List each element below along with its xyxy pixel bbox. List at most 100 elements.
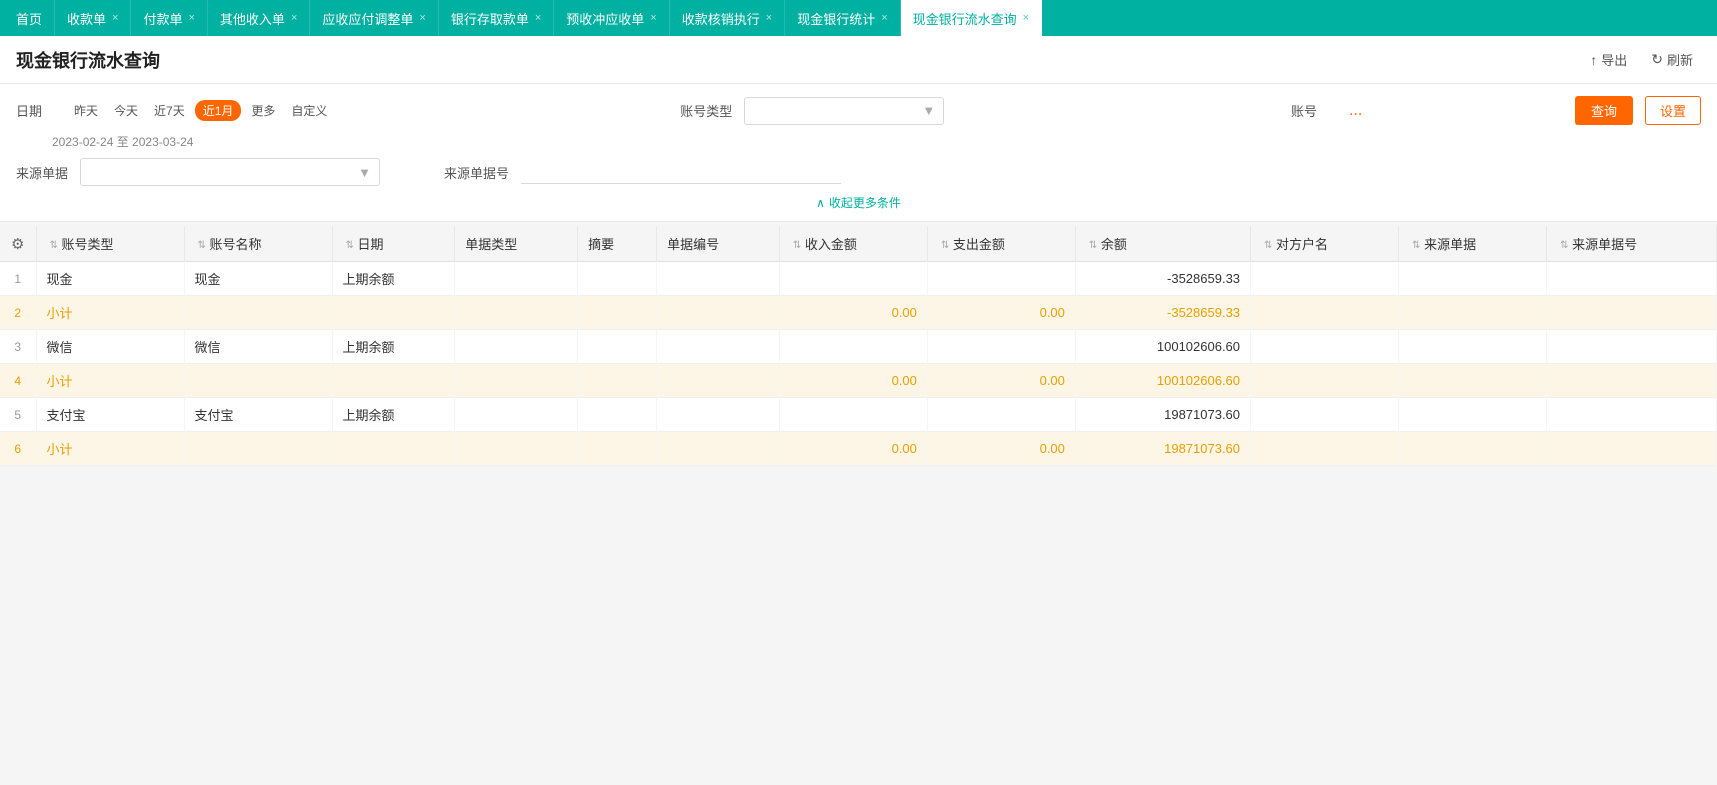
date-opt-custom[interactable]: 自定义 bbox=[285, 100, 333, 121]
nav-label-receipt: 收款单 bbox=[67, 9, 106, 28]
col-date[interactable]: ⇅ 日期 bbox=[332, 226, 455, 262]
col-source-doc-no[interactable]: ⇅ 来源单据号 bbox=[1547, 226, 1717, 262]
date-opt-today[interactable]: 今天 bbox=[108, 100, 144, 121]
cell-doc_type bbox=[455, 330, 578, 364]
data-table-container: ⚙ ⇅ 账号类型 ⇅ 账号名称 ⇅ 日期 单据类型 摘要 bbox=[0, 226, 1717, 466]
refresh-button[interactable]: ↻ 刷新 bbox=[1643, 46, 1701, 73]
nav-item-home[interactable]: 首页 bbox=[4, 0, 55, 36]
nav-item-write-off[interactable]: 收款核销执行 × bbox=[670, 0, 785, 36]
settings-button[interactable]: 设置 bbox=[1645, 96, 1701, 125]
col-summary[interactable]: 摘要 bbox=[578, 226, 657, 262]
col-source-doc[interactable]: ⇅ 来源单据 bbox=[1399, 226, 1547, 262]
nav-item-payment[interactable]: 付款单 × bbox=[131, 0, 207, 36]
cell-doc_type bbox=[455, 432, 578, 466]
col-source-doc-no-label: 来源单据号 bbox=[1572, 237, 1637, 252]
nav-item-prepayment[interactable]: 预收冲应收单 × bbox=[554, 0, 669, 36]
cell-expense: 0.00 bbox=[927, 364, 1075, 398]
account-label: 账号 bbox=[1291, 101, 1331, 120]
account-type-label: 账号类型 bbox=[680, 101, 732, 120]
cell-account_type: 微信 bbox=[36, 330, 184, 364]
date-options: 昨天 今天 近7天 近1月 更多 自定义 bbox=[68, 100, 333, 121]
date-opt-7days[interactable]: 近7天 bbox=[148, 100, 191, 121]
close-icon[interactable]: × bbox=[291, 12, 297, 24]
collapse-bar[interactable]: ∧ 收起更多条件 bbox=[16, 190, 1701, 213]
col-account-type[interactable]: ⇅ 账号类型 bbox=[36, 226, 184, 262]
cell-idx: 2 bbox=[0, 296, 36, 330]
close-icon[interactable]: × bbox=[1023, 12, 1029, 24]
date-opt-yesterday[interactable]: 昨天 bbox=[68, 100, 104, 121]
date-filter-label: 日期 bbox=[16, 101, 56, 120]
chevron-down-icon: ▼ bbox=[922, 103, 935, 118]
cell-doc_no bbox=[657, 398, 780, 432]
date-opt-more[interactable]: 更多 bbox=[245, 100, 281, 121]
cell-doc_no bbox=[657, 364, 780, 398]
col-expense[interactable]: ⇅ 支出金额 bbox=[927, 226, 1075, 262]
cell-doc_no bbox=[657, 330, 780, 364]
cell-idx: 3 bbox=[0, 330, 36, 364]
close-icon[interactable]: × bbox=[419, 12, 425, 24]
cell-idx: 6 bbox=[0, 432, 36, 466]
refresh-label: 刷新 bbox=[1667, 50, 1693, 69]
sort-icon: ⇅ bbox=[1089, 240, 1097, 251]
account-no-area: ... bbox=[1343, 102, 1563, 120]
data-table: ⚙ ⇅ 账号类型 ⇅ 账号名称 ⇅ 日期 单据类型 摘要 bbox=[0, 226, 1717, 466]
account-dots-button[interactable]: ... bbox=[1343, 102, 1368, 120]
cell-source_doc bbox=[1399, 262, 1547, 296]
nav-label-home: 首页 bbox=[16, 9, 42, 28]
nav-item-other-income[interactable]: 其他收入单 × bbox=[208, 0, 310, 36]
cell-expense: 0.00 bbox=[927, 432, 1075, 466]
nav-label-prepayment: 预收冲应收单 bbox=[566, 9, 644, 28]
filter-row-2: 来源单据 ▼ 来源单据号 bbox=[16, 158, 1701, 186]
col-counterparty[interactable]: ⇅ 对方户名 bbox=[1251, 226, 1399, 262]
refresh-icon: ↻ bbox=[1651, 51, 1663, 68]
cell-source_doc_no bbox=[1547, 398, 1717, 432]
col-doc-type[interactable]: 单据类型 bbox=[455, 226, 578, 262]
nav-item-adjustment[interactable]: 应收应付调整单 × bbox=[310, 0, 438, 36]
cell-balance: -3528659.33 bbox=[1075, 296, 1250, 330]
close-icon[interactable]: × bbox=[650, 12, 656, 24]
nav-item-receipt[interactable]: 收款单 × bbox=[55, 0, 131, 36]
source-doc-select[interactable]: ▼ bbox=[80, 158, 380, 186]
col-balance[interactable]: ⇅ 余额 bbox=[1075, 226, 1250, 262]
nav-label-write-off: 收款核销执行 bbox=[682, 9, 760, 28]
query-button[interactable]: 查询 bbox=[1575, 96, 1633, 125]
nav-item-bank-deposit[interactable]: 银行存取款单 × bbox=[439, 0, 554, 36]
date-opt-1month[interactable]: 近1月 bbox=[195, 100, 242, 121]
col-expense-label: 支出金额 bbox=[953, 237, 1005, 252]
account-type-select[interactable]: ▼ bbox=[744, 97, 944, 125]
col-income[interactable]: ⇅ 收入金额 bbox=[779, 226, 927, 262]
cell-expense bbox=[927, 330, 1075, 364]
cell-summary bbox=[578, 364, 657, 398]
close-icon[interactable]: × bbox=[112, 12, 118, 24]
nav-item-bank-flow[interactable]: 现金银行流水查询 × bbox=[901, 0, 1042, 36]
source-doc-no-input[interactable] bbox=[521, 160, 841, 184]
col-account-name[interactable]: ⇅ 账号名称 bbox=[184, 226, 332, 262]
col-counterparty-label: 对方户名 bbox=[1276, 237, 1328, 252]
cell-summary bbox=[578, 330, 657, 364]
cell-expense bbox=[927, 262, 1075, 296]
cell-account_type: 小计 bbox=[36, 296, 184, 330]
cell-summary bbox=[578, 262, 657, 296]
table-row: 5支付宝支付宝上期余额19871073.60 bbox=[0, 398, 1717, 432]
cell-account_name: 现金 bbox=[184, 262, 332, 296]
cell-balance: 100102606.60 bbox=[1075, 330, 1250, 364]
filter-row-1: 日期 昨天 今天 近7天 近1月 更多 自定义 账号类型 ▼ 账号 ... 查询… bbox=[16, 96, 1701, 125]
cell-doc_type bbox=[455, 262, 578, 296]
close-icon[interactable]: × bbox=[188, 12, 194, 24]
cell-idx: 1 bbox=[0, 262, 36, 296]
export-button[interactable]: ↑ 导出 bbox=[1582, 46, 1635, 73]
sort-icon: ⇅ bbox=[50, 240, 58, 251]
nav-label-payment: 付款单 bbox=[143, 9, 182, 28]
col-gear[interactable]: ⚙ bbox=[0, 226, 36, 262]
page-header: 现金银行流水查询 ↑ 导出 ↻ 刷新 bbox=[0, 36, 1717, 84]
nav-label-bank-deposit: 银行存取款单 bbox=[451, 9, 529, 28]
close-icon[interactable]: × bbox=[881, 12, 887, 24]
col-doc-type-label: 单据类型 bbox=[465, 237, 517, 252]
close-icon[interactable]: × bbox=[535, 12, 541, 24]
nav-item-bank-stats[interactable]: 现金银行统计 × bbox=[785, 0, 900, 36]
cell-counterparty bbox=[1251, 432, 1399, 466]
close-icon[interactable]: × bbox=[766, 12, 772, 24]
col-doc-no[interactable]: 单据编号 bbox=[657, 226, 780, 262]
cell-source_doc bbox=[1399, 330, 1547, 364]
cell-counterparty bbox=[1251, 398, 1399, 432]
